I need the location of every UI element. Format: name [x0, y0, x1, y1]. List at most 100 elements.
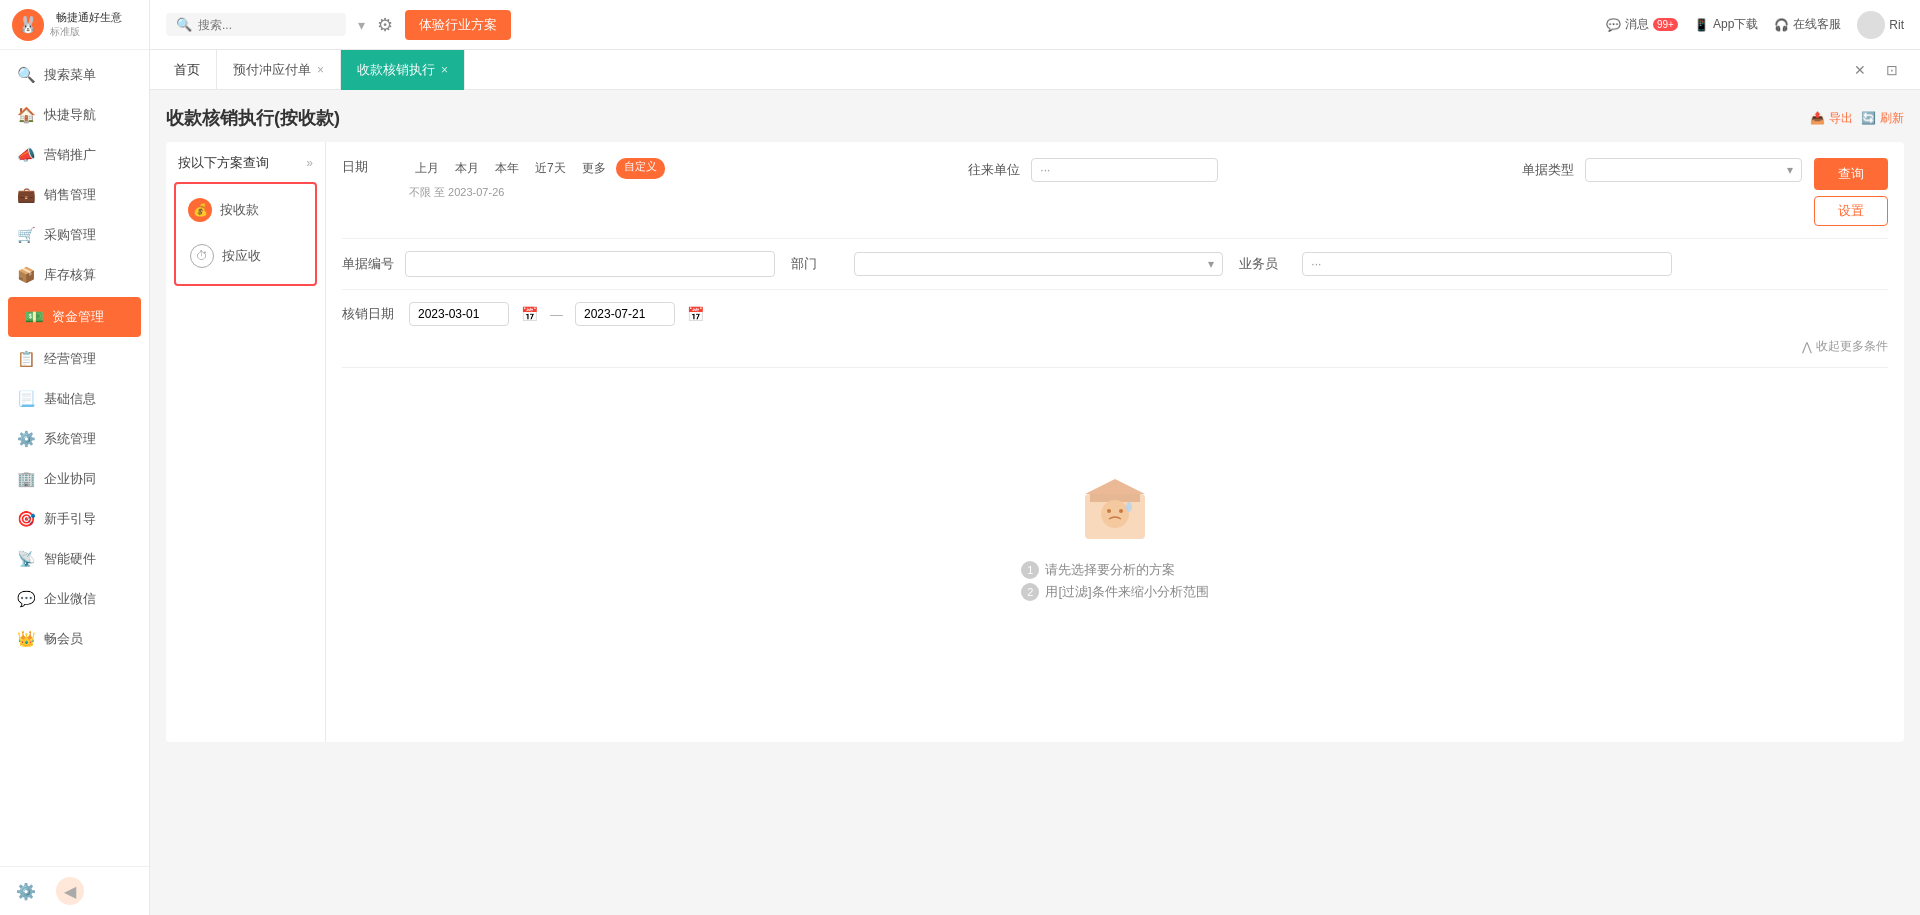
- sidebar-label-sales: 销售管理: [44, 186, 96, 204]
- query-btn[interactable]: 查询: [1814, 158, 1888, 190]
- sidebar-item-member[interactable]: 👑 畅会员: [0, 619, 149, 659]
- sidebar-item-guide[interactable]: 🎯 新手引导: [0, 499, 149, 539]
- date-btn-lastmonth[interactable]: 上月: [409, 158, 445, 179]
- page-header: 收款核销执行(按收款) 📤 导出 🔄 刷新: [166, 106, 1904, 130]
- topbar-search-input[interactable]: [198, 18, 318, 32]
- inventory-icon: 📦: [16, 265, 36, 285]
- writeoff-calendar-from-icon[interactable]: 📅: [521, 306, 538, 322]
- date-btn-more[interactable]: 更多: [576, 158, 612, 179]
- staff-select[interactable]: ···: [1302, 252, 1672, 276]
- tab-maximize-btn[interactable]: ⊡: [1880, 58, 1904, 82]
- logo-icon: 🐰: [12, 9, 44, 41]
- date-custom-badge[interactable]: 自定义: [616, 158, 665, 179]
- dept-select[interactable]: ▾: [854, 252, 1224, 276]
- svg-point-6: [1126, 502, 1132, 512]
- tab-close-all-btn[interactable]: ✕: [1848, 58, 1872, 82]
- sidebar-item-sales[interactable]: 💼 销售管理: [0, 175, 149, 215]
- tab-writeoff[interactable]: 收款核销执行 ×: [341, 50, 465, 90]
- marketing-icon: 📣: [16, 145, 36, 165]
- collapse-sidebar-btn[interactable]: ◀: [56, 877, 84, 905]
- setting-btn[interactable]: 设置: [1814, 196, 1888, 226]
- settings-bottom-icon[interactable]: ⚙️: [12, 877, 40, 905]
- contact-select[interactable]: ···: [1031, 158, 1218, 182]
- contact-placeholder: ···: [1040, 163, 1050, 177]
- empty-step2-text: 用[过滤]条件来缩小分析范围: [1045, 583, 1208, 601]
- date-btn-7days[interactable]: 近7天: [529, 158, 572, 179]
- tab-prepay[interactable]: 预付冲应付单 ×: [217, 50, 341, 90]
- dept-label: 部门: [791, 255, 846, 273]
- sidebar-item-corp[interactable]: 🏢 企业协同: [0, 459, 149, 499]
- home-icon: 🏠: [16, 105, 36, 125]
- corp-icon: 🏢: [16, 469, 36, 489]
- filter-item-receivable[interactable]: ⏱ 按应收: [176, 232, 315, 280]
- page-actions: 📤 导出 🔄 刷新: [1810, 110, 1904, 127]
- filter-item-receipt-label: 按收款: [220, 201, 259, 219]
- sidebar-item-finance[interactable]: 💵 资金管理: [8, 297, 141, 337]
- dept-row: 部门 ▾: [791, 252, 1224, 276]
- voucher-type-select[interactable]: ▾: [1585, 158, 1802, 182]
- user-info[interactable]: Rit: [1857, 11, 1904, 39]
- dept-arrow: ▾: [1208, 257, 1214, 271]
- export-icon: 📤: [1810, 111, 1825, 125]
- weixin-icon: 💬: [16, 589, 36, 609]
- sidebar-item-hardware[interactable]: 📡 智能硬件: [0, 539, 149, 579]
- message-icon: 💬: [1606, 18, 1621, 32]
- sales-icon: 💼: [16, 185, 36, 205]
- filter-panel-title: 按以下方案查询: [178, 154, 269, 172]
- collapse-more[interactable]: ⋀ 收起更多条件: [342, 338, 1888, 355]
- online-service-action[interactable]: 🎧 在线客服: [1774, 16, 1841, 33]
- tab-writeoff-close[interactable]: ×: [441, 64, 448, 76]
- sidebar-item-basic[interactable]: 📃 基础信息: [0, 379, 149, 419]
- main: 🔍 ▾ ⚙ 体验行业方案 💬 消息 99+ 📱 App下载 🎧 在线客服 Rit: [150, 0, 1920, 915]
- sidebar-item-system[interactable]: ⚙️ 系统管理: [0, 419, 149, 459]
- topbar-dropdown-icon[interactable]: ▾: [358, 17, 365, 33]
- filter-box: 💰 按收款 ⏱ 按应收: [174, 182, 317, 286]
- app-download-action[interactable]: 📱 App下载: [1694, 16, 1758, 33]
- svg-point-3: [1101, 500, 1129, 528]
- topbar-gear-icon[interactable]: ⚙: [377, 14, 393, 36]
- date-btn-thismonth[interactable]: 本月: [449, 158, 485, 179]
- tab-prepay-close[interactable]: ×: [317, 64, 324, 76]
- date-btn-thisyear[interactable]: 本年: [489, 158, 525, 179]
- logo: 🐰 畅捷通好生意 标准版: [0, 0, 149, 50]
- writeoff-date-label: 核销日期: [342, 305, 397, 323]
- filter-item-receivable-label: 按应收: [222, 247, 261, 265]
- writeoff-date-row: 核销日期 📅 — 📅: [342, 302, 1888, 326]
- guide-icon: 🎯: [16, 509, 36, 529]
- svg-marker-1: [1085, 479, 1145, 494]
- writeoff-calendar-to-icon[interactable]: 📅: [687, 306, 704, 322]
- tab-home-label: 首页: [174, 61, 200, 79]
- query-area: 日期 上月 本月 本年 近7天 更多 自定义 不限 至 2023-07-26: [326, 142, 1904, 742]
- sidebar-item-marketing[interactable]: 📣 营销推广: [0, 135, 149, 175]
- export-btn[interactable]: 📤 导出: [1810, 110, 1853, 127]
- filter-collapse-icon[interactable]: »: [306, 156, 313, 170]
- page-title: 收款核销执行(按收款): [166, 106, 340, 130]
- solution-btn[interactable]: 体验行业方案: [405, 10, 511, 40]
- empty-step-1: 1 请先选择要分析的方案: [1021, 561, 1208, 579]
- sidebar-item-nav[interactable]: 🏠 快捷导航: [0, 95, 149, 135]
- date-filter-row: 日期 上月 本月 本年 近7天 更多 自定义 不限 至 2023-07-26: [342, 158, 1888, 226]
- sidebar-item-weixin[interactable]: 💬 企业微信: [0, 579, 149, 619]
- sidebar-label-weixin: 企业微信: [44, 590, 96, 608]
- topbar: 🔍 ▾ ⚙ 体验行业方案 💬 消息 99+ 📱 App下载 🎧 在线客服 Rit: [150, 0, 1920, 50]
- sidebar-item-operations[interactable]: 📋 经营管理: [0, 339, 149, 379]
- content-panel: 按以下方案查询 » 💰 按收款 ⏱ 按应收: [166, 142, 1904, 742]
- topbar-search-box[interactable]: 🔍: [166, 13, 346, 36]
- date-nolimit: 不限 至 2023-07-26: [409, 185, 665, 200]
- tab-home[interactable]: 首页: [158, 50, 217, 90]
- user-name: Rit: [1889, 18, 1904, 32]
- refresh-btn[interactable]: 🔄 刷新: [1861, 110, 1904, 127]
- sidebar-bottom: ⚙️ ◀: [0, 866, 149, 915]
- app-download-label: App下载: [1713, 16, 1758, 33]
- message-action[interactable]: 💬 消息 99+: [1606, 16, 1678, 33]
- empty-step-2: 2 用[过滤]条件来缩小分析范围: [1021, 583, 1208, 601]
- sidebar-item-inventory[interactable]: 📦 库存核算: [0, 255, 149, 295]
- filter-item-receipt[interactable]: 💰 按收款: [176, 188, 315, 232]
- writeoff-date-to[interactable]: [575, 302, 675, 326]
- sidebar-item-search[interactable]: 🔍 搜索菜单: [0, 55, 149, 95]
- voucher-no-input[interactable]: [405, 251, 775, 277]
- message-label: 消息: [1625, 16, 1649, 33]
- logo-name: 畅捷通好生意: [56, 10, 122, 24]
- writeoff-date-from[interactable]: [409, 302, 509, 326]
- sidebar-item-purchase[interactable]: 🛒 采购管理: [0, 215, 149, 255]
